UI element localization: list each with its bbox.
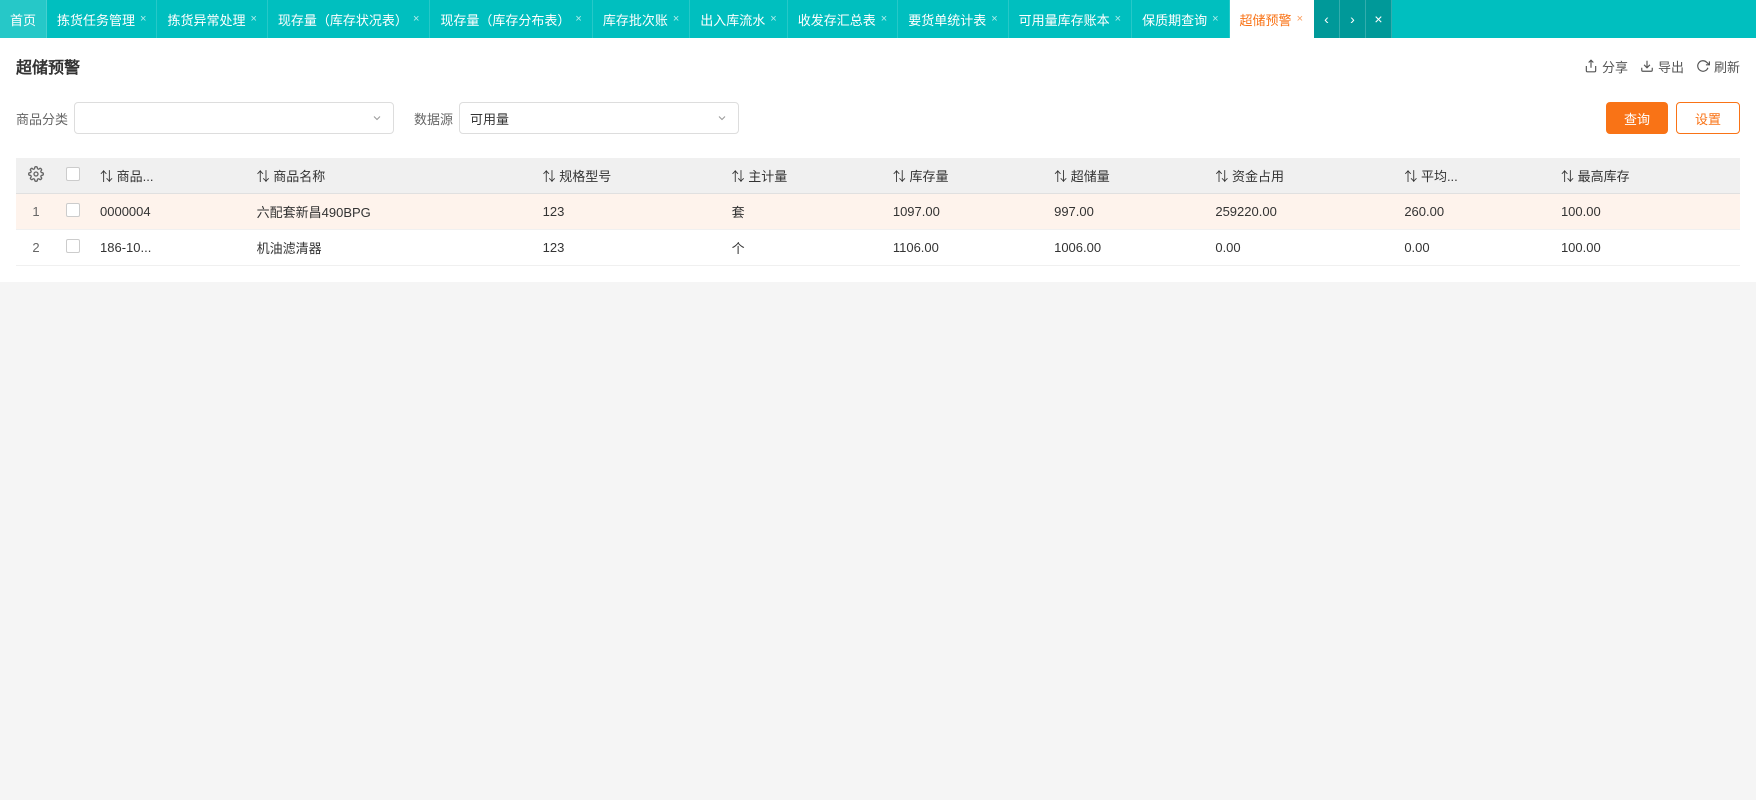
cell-max-stock: 100.00: [1551, 230, 1740, 266]
cell-unit: 套: [722, 194, 883, 230]
nav-batch[interactable]: 库存批次账 ×: [593, 0, 690, 38]
cell-product-name: 六配套新昌490BPG: [247, 194, 533, 230]
cell-product-code: 0000004: [90, 194, 247, 230]
col-overflow: ⇅ 超储量: [1044, 158, 1205, 194]
select-all-checkbox[interactable]: [66, 167, 80, 181]
col-stock: ⇅ 库存量: [883, 158, 1044, 194]
row-num: 1: [16, 194, 56, 230]
top-nav: 首页 拣货任务管理 × 拣货异常处理 × 现存量（库存状况表） × 现存量（库存…: [0, 0, 1756, 38]
cell-spec: 123: [533, 194, 722, 230]
category-filter: 商品分类: [16, 102, 394, 134]
nav-stock-dist[interactable]: 现存量（库存分布表） ×: [430, 0, 592, 38]
gear-icon[interactable]: [28, 166, 44, 182]
nav-close-inout[interactable]: ×: [770, 13, 776, 25]
nav-close-overstock[interactable]: ×: [1297, 13, 1303, 25]
nav-inout[interactable]: 出入库流水 ×: [690, 0, 787, 38]
cell-capital: 259220.00: [1205, 194, 1394, 230]
nav-close-batch[interactable]: ×: [673, 13, 679, 25]
chevron-down-icon-2: [716, 112, 728, 124]
title-actions: 分享 导出 刷新: [1584, 57, 1740, 76]
query-button[interactable]: 查询: [1606, 102, 1668, 134]
col-product-name: ⇅ 商品名称: [247, 158, 533, 194]
cell-product-code: 186-10...: [90, 230, 247, 266]
nav-close-order-stats[interactable]: ×: [991, 13, 997, 25]
col-gear: [16, 158, 56, 194]
chevron-down-icon: [371, 112, 383, 124]
cell-overflow: 1006.00: [1044, 230, 1205, 266]
cell-spec: 123: [533, 230, 722, 266]
cell-unit: 个: [722, 230, 883, 266]
col-product-code: ⇅ 商品...: [90, 158, 247, 194]
refresh-button[interactable]: 刷新: [1696, 57, 1740, 76]
nav-available[interactable]: 可用量库存账本 ×: [1009, 0, 1132, 38]
cell-avg: 260.00: [1394, 194, 1551, 230]
export-icon: [1640, 59, 1654, 73]
settings-button[interactable]: 设置: [1676, 102, 1740, 134]
datasource-select[interactable]: 可用量: [459, 102, 739, 134]
col-checkbox-header: [56, 158, 90, 194]
cell-max-stock: 100.00: [1551, 194, 1740, 230]
nav-close-summary[interactable]: ×: [881, 13, 887, 25]
col-unit: ⇅ 主计量: [722, 158, 883, 194]
nav-close-shelf-life[interactable]: ×: [1212, 13, 1218, 25]
nav-close-stock-dist[interactable]: ×: [575, 13, 581, 25]
nav-overstock[interactable]: 超储预警 ×: [1230, 0, 1314, 38]
page-title-bar: 超储预警 分享 导出 刷新: [16, 54, 1740, 78]
cell-product-name: 机油滤清器: [247, 230, 533, 266]
nav-shelf-life[interactable]: 保质期查询 ×: [1132, 0, 1229, 38]
category-select[interactable]: [74, 102, 394, 134]
nav-close-stock-status[interactable]: ×: [413, 13, 419, 25]
row-num: 2: [16, 230, 56, 266]
nav-close-exception[interactable]: ×: [250, 13, 256, 25]
col-spec: ⇅ 规格型号: [533, 158, 722, 194]
data-table: ⇅ 商品... ⇅ 商品名称 ⇅ 规格型号 ⇅ 主计量 ⇅ 库存量 ⇅ 超储量: [16, 158, 1740, 266]
nav-summary[interactable]: 收发存汇总表 ×: [788, 0, 898, 38]
cell-avg: 0.00: [1394, 230, 1551, 266]
nav-close-available[interactable]: ×: [1115, 13, 1121, 25]
share-icon: [1584, 59, 1598, 73]
cell-stock: 1106.00: [883, 230, 1044, 266]
main-content: 超储预警 分享 导出 刷新 商品分类 数据源: [0, 38, 1756, 282]
col-max-stock: ⇅ 最高库存: [1551, 158, 1740, 194]
filter-bar: 商品分类 数据源 可用量 查询 设置: [16, 92, 1740, 144]
filter-actions: 查询 设置: [1606, 102, 1740, 134]
col-avg: ⇅ 平均...: [1394, 158, 1551, 194]
table-row: 1 0000004 六配套新昌490BPG 123 套 1097.00 997.…: [16, 194, 1740, 230]
cell-stock: 1097.00: [883, 194, 1044, 230]
nav-prev-arrow[interactable]: ‹: [1314, 0, 1340, 38]
row-checkbox-cell: [56, 194, 90, 230]
row-checkbox[interactable]: [66, 203, 80, 217]
nav-task-mgmt[interactable]: 拣货任务管理 ×: [47, 0, 157, 38]
export-button[interactable]: 导出: [1640, 57, 1684, 76]
nav-next-arrow[interactable]: ›: [1340, 0, 1366, 38]
refresh-icon: [1696, 59, 1710, 73]
table-row: 2 186-10... 机油滤清器 123 个 1106.00 1006.00 …: [16, 230, 1740, 266]
share-button[interactable]: 分享: [1584, 57, 1628, 76]
category-label: 商品分类: [16, 109, 68, 128]
row-checkbox-cell: [56, 230, 90, 266]
nav-close-all[interactable]: ×: [1366, 0, 1392, 38]
nav-close-task-mgmt[interactable]: ×: [140, 13, 146, 25]
nav-arrow-group: ‹ › ×: [1314, 0, 1392, 38]
page-title: 超储预警: [16, 54, 80, 78]
row-checkbox[interactable]: [66, 239, 80, 253]
datasource-filter: 数据源 可用量: [414, 102, 739, 134]
nav-home[interactable]: 首页: [0, 0, 47, 38]
col-capital: ⇅ 资金占用: [1205, 158, 1394, 194]
cell-capital: 0.00: [1205, 230, 1394, 266]
nav-order-stats[interactable]: 要货单统计表 ×: [898, 0, 1008, 38]
nav-stock-status[interactable]: 现存量（库存状况表） ×: [268, 0, 430, 38]
cell-overflow: 997.00: [1044, 194, 1205, 230]
datasource-label: 数据源: [414, 109, 453, 128]
nav-exception[interactable]: 拣货异常处理 ×: [157, 0, 267, 38]
